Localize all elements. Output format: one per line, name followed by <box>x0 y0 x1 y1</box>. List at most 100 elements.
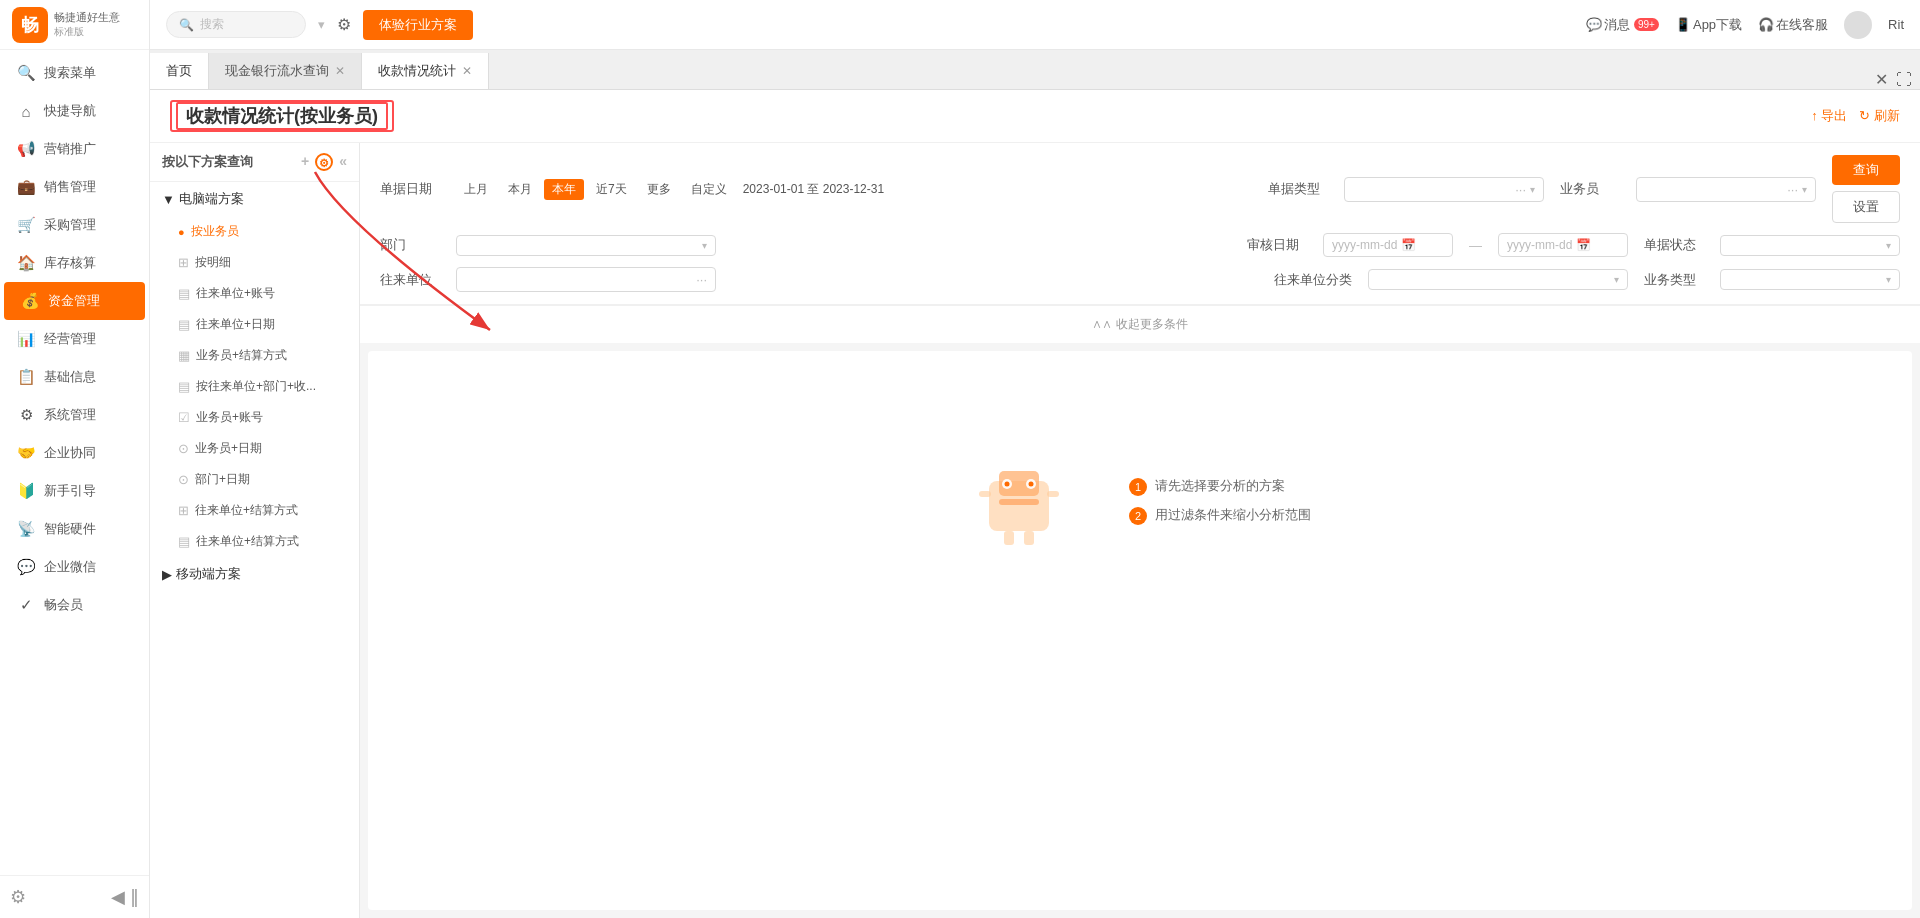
sidebar-item-hardware[interactable]: 📡 智能硬件 <box>0 510 149 548</box>
sidebar-item-guide[interactable]: 🔰 新手引导 <box>0 472 149 510</box>
hint-item-1: 1 请先选择要分析的方案 <box>1129 477 1311 496</box>
scheme-collapse-btn[interactable]: « <box>339 153 347 171</box>
svg-point-5 <box>1029 482 1034 487</box>
online-service[interactable]: 🎧 在线客服 <box>1758 16 1828 34</box>
date-tab-thisyear[interactable]: 本年 <box>544 179 584 200</box>
sidebar-item-fund[interactable]: 💰 资金管理 <box>4 282 145 320</box>
sidebar-item-operation[interactable]: 📊 经营管理 <box>0 320 149 358</box>
audit-start-input[interactable]: yyyy-mm-dd 📅 <box>1323 233 1453 257</box>
tab-receivable[interactable]: 收款情况统计 ✕ <box>362 53 489 89</box>
app-download-label: App下载 <box>1693 16 1742 34</box>
scheme-item-8[interactable]: ⊙ 部门+日期 <box>150 464 359 495</box>
tab-cashbank-close[interactable]: ✕ <box>335 64 345 78</box>
biz-type-select[interactable]: ▾ <box>1720 269 1900 290</box>
sidebar-item-inventory[interactable]: 🏠 库存核算 <box>0 244 149 282</box>
svg-rect-6 <box>999 499 1039 505</box>
export-icon: ↑ <box>1811 108 1818 123</box>
scheme-panel: 按以下方案查询 + ⚙ « ▼ 电脑端方案 <box>150 143 360 918</box>
sidebar-item-quicknav-label: 快捷导航 <box>44 102 96 120</box>
scheme-item-0[interactable]: ● 按业务员 <box>150 216 359 247</box>
user-name: Rit <box>1888 17 1904 32</box>
partner-select[interactable]: ··· <box>456 267 716 292</box>
sidebar-item-search[interactable]: 🔍 搜索菜单 <box>0 54 149 92</box>
sidebar-item-system-label: 系统管理 <box>44 406 96 424</box>
scheme-item-2[interactable]: ▤ 往来单位+账号 <box>150 278 359 309</box>
tab-maximize[interactable]: ⛶ <box>1896 71 1912 89</box>
dropdown-arrow[interactable]: ▾ <box>318 17 325 32</box>
doc-status-select[interactable]: ▾ <box>1720 235 1900 256</box>
sidebar-item-wechat[interactable]: 💬 企业微信 <box>0 548 149 586</box>
date-tab-lastmonth[interactable]: 上月 <box>456 179 496 200</box>
scheme-add-btn[interactable]: + <box>301 153 309 171</box>
scheme-item-2-label: 往来单位+账号 <box>196 285 275 302</box>
scheme-item-7[interactable]: ⊙ 业务员+日期 <box>150 433 359 464</box>
date-tab-7days[interactable]: 近7天 <box>588 179 635 200</box>
doc-type-select[interactable]: ··· ▾ <box>1344 177 1544 202</box>
sidebar-item-basic[interactable]: 📋 基础信息 <box>0 358 149 396</box>
collapse-sidebar-btn[interactable]: ◀ ‖ <box>111 886 139 908</box>
logo-area: 畅 畅捷通好生意 标准版 <box>0 0 149 50</box>
sidebar-item-purchase[interactable]: 🛒 采购管理 <box>0 206 149 244</box>
salesperson-ellipsis[interactable]: ··· <box>1787 182 1798 197</box>
sidebar-item-hardware-label: 智能硬件 <box>44 520 96 538</box>
refresh-btn[interactable]: ↻ 刷新 <box>1859 107 1900 125</box>
group-collapse-icon: ▶ <box>162 567 172 582</box>
dept-select[interactable]: ▾ <box>456 235 716 256</box>
export-btn[interactable]: ↑ 导出 <box>1811 107 1847 125</box>
query-btn[interactable]: 查询 <box>1832 155 1900 185</box>
sidebar-item-system[interactable]: ⚙ 系统管理 <box>0 396 149 434</box>
header-search[interactable]: 🔍 搜索 <box>166 11 306 38</box>
scheme-item-3[interactable]: ▤ 往来单位+日期 <box>150 309 359 340</box>
date-tab-custom[interactable]: 自定义 <box>683 179 735 200</box>
salesperson-select[interactable]: ··· ▾ <box>1636 177 1816 202</box>
date-range-display: 2023-01-01 至 2023-12-31 <box>743 181 884 198</box>
export-label: 导出 <box>1821 108 1847 123</box>
scheme-item-4[interactable]: ▦ 业务员+结算方式 <box>150 340 359 371</box>
tab-close-all[interactable]: ✕ <box>1875 70 1888 89</box>
scheme-item-5[interactable]: ▤ 按往来单位+部门+收... <box>150 371 359 402</box>
doc-type-label: 单据类型 <box>1268 180 1328 198</box>
date-tabs: 上月 本月 本年 近7天 更多 自定义 2023-01-01 至 2023-12… <box>456 179 884 200</box>
item-icon-4: ▦ <box>178 348 190 363</box>
page-header: 收款情况统计(按业务员) ↑ 导出 ↻ 刷新 <box>150 90 1920 143</box>
scheme-item-9[interactable]: ⊞ 往来单位+结算方式 <box>150 495 359 526</box>
scheme-setting-btn[interactable]: ⚙ <box>315 153 333 171</box>
partner-ellipsis[interactable]: ··· <box>696 272 707 287</box>
app-download[interactable]: 📱 App下载 <box>1675 16 1742 34</box>
scheme-item-10[interactable]: ▤ 往来单位+结算方式 <box>150 526 359 557</box>
settings-icon[interactable]: ⚙ <box>10 886 26 908</box>
partner-cat-select[interactable]: ▾ <box>1368 269 1628 290</box>
sidebar-item-wechat-label: 企业微信 <box>44 558 96 576</box>
message-area[interactable]: 💬 消息 99+ <box>1586 16 1659 34</box>
scheme-item-6[interactable]: ☑ 业务员+账号 <box>150 402 359 433</box>
sidebar-item-quicknav[interactable]: ⌂ 快捷导航 <box>0 92 149 130</box>
date-separator: — <box>1469 238 1482 253</box>
inventory-icon: 🏠 <box>16 254 36 272</box>
item-icon-0: ● <box>178 226 185 238</box>
sidebar-item-vip[interactable]: ✓ 畅会员 <box>0 586 149 624</box>
system-icon: ⚙ <box>16 406 36 424</box>
trial-btn[interactable]: 体验行业方案 <box>363 10 473 40</box>
calendar-end-icon: 📅 <box>1576 238 1591 252</box>
gear-icon[interactable]: ⚙ <box>337 15 351 34</box>
date-tab-more[interactable]: 更多 <box>639 179 679 200</box>
setting-btn[interactable]: 设置 <box>1832 191 1900 223</box>
sidebar-item-marketing[interactable]: 📢 营销推广 <box>0 130 149 168</box>
tab-home[interactable]: 首页 <box>150 53 209 89</box>
scheme-group-mobile-title[interactable]: ▶ 移动端方案 <box>150 557 359 591</box>
item-icon-7: ⊙ <box>178 441 189 456</box>
salesperson-chevron: ▾ <box>1802 184 1807 195</box>
scheme-group-desktop-title[interactable]: ▼ 电脑端方案 <box>150 182 359 216</box>
date-tab-thismonth[interactable]: 本月 <box>500 179 540 200</box>
dept-chevron: ▾ <box>702 240 707 251</box>
doc-type-ellipsis[interactable]: ··· <box>1515 182 1526 197</box>
user-avatar[interactable] <box>1844 11 1872 39</box>
scheme-item-1[interactable]: ⊞ 按明细 <box>150 247 359 278</box>
sidebar-item-enterprise[interactable]: 🤝 企业协同 <box>0 434 149 472</box>
sidebar-item-operation-label: 经营管理 <box>44 330 96 348</box>
collapse-bar[interactable]: ∧∧ 收起更多条件 <box>360 305 1920 343</box>
tab-cashbank[interactable]: 现金银行流水查询 ✕ <box>209 53 362 89</box>
audit-end-input[interactable]: yyyy-mm-dd 📅 <box>1498 233 1628 257</box>
sidebar-item-sales[interactable]: 💼 销售管理 <box>0 168 149 206</box>
tab-receivable-close[interactable]: ✕ <box>462 64 472 78</box>
